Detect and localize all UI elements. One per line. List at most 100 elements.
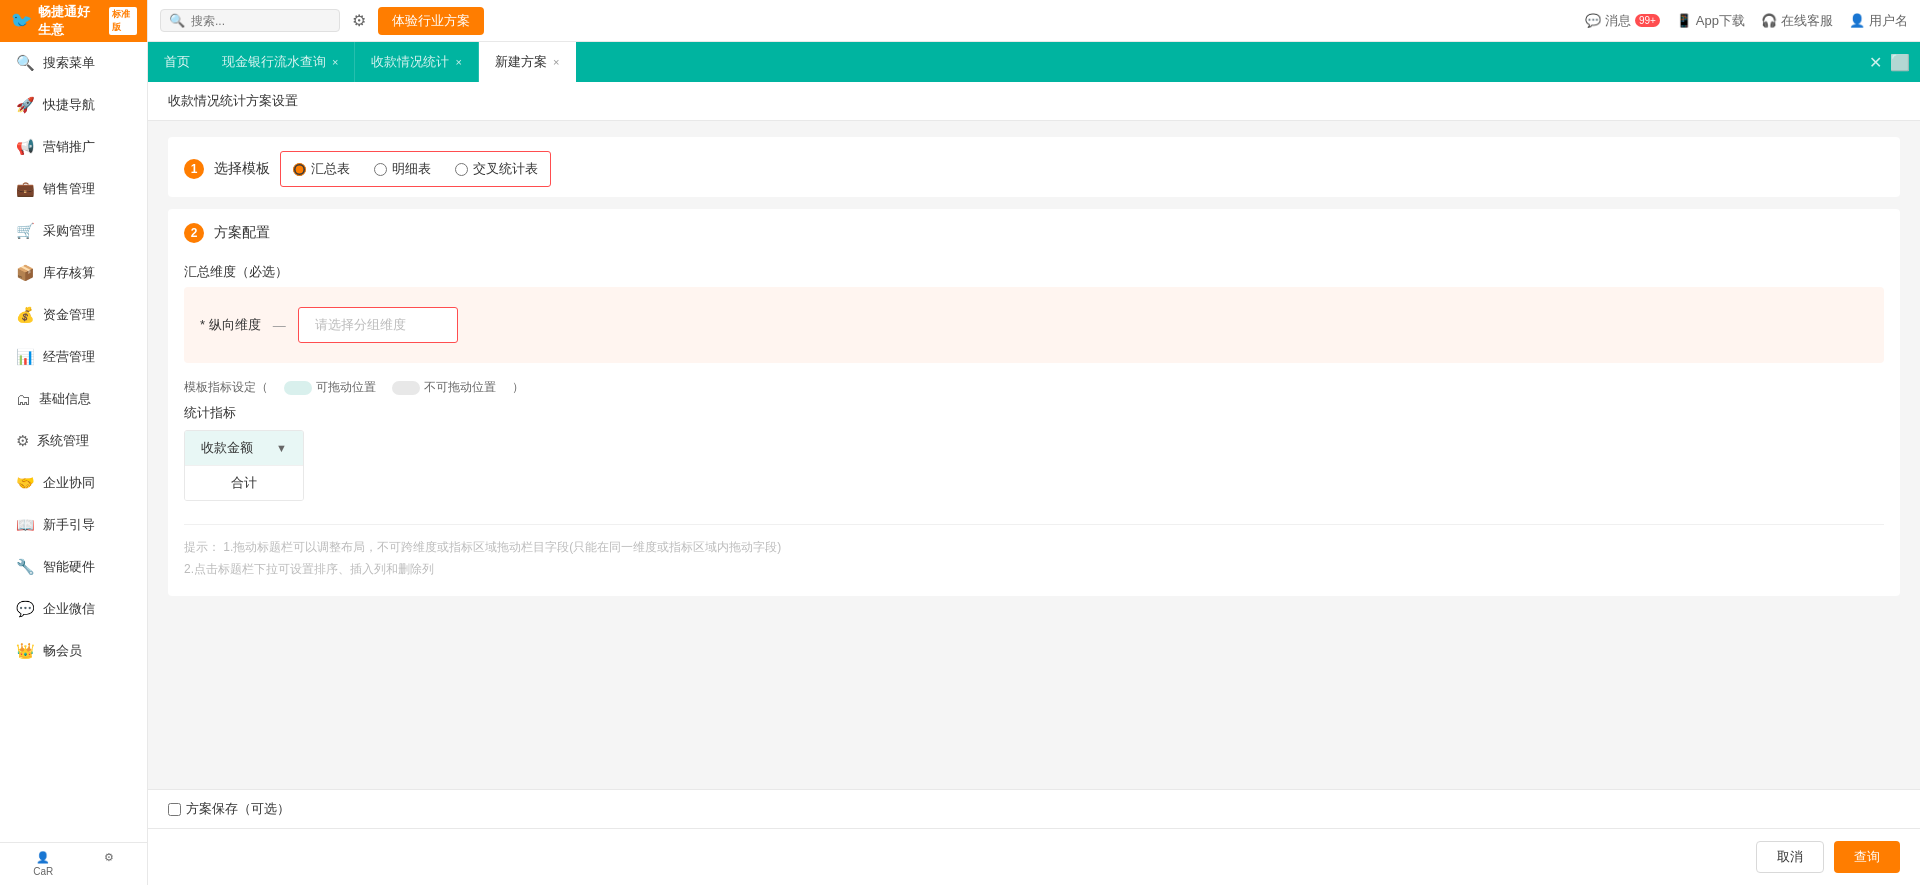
hint-not-draggable: 不可拖动位置: [392, 379, 496, 396]
search-input[interactable]: [191, 14, 311, 28]
home-label: 首页: [164, 53, 190, 71]
topbar: 🔍 ⚙ 体验行业方案 💬 消息 99+ 📱 App下载 🎧 在线客服 👤 用户名: [148, 0, 1920, 42]
radio-summary[interactable]: 汇总表: [293, 160, 350, 178]
cancel-button[interactable]: 取消: [1756, 841, 1824, 873]
sidebar-bottom-item-1[interactable]: 👤 CaR: [33, 851, 53, 877]
tab-collection-stat-label: 收款情况统计: [371, 53, 449, 71]
sidebar-item-hardware[interactable]: 🔧 智能硬件: [0, 546, 147, 588]
radio-detail[interactable]: 明细表: [374, 160, 431, 178]
sidebar-item-label: 快捷导航: [43, 96, 95, 114]
page-header: 收款情况统计方案设置: [148, 82, 1920, 121]
hint-close-paren: ）: [512, 379, 524, 396]
message-item[interactable]: 💬 消息 99+: [1585, 12, 1660, 30]
message-badge: 99+: [1635, 14, 1660, 27]
tab-collection-stat[interactable]: 收款情况统计 ×: [355, 42, 478, 82]
topbar-search-box[interactable]: 🔍: [160, 9, 340, 32]
wechat-icon: 💬: [16, 600, 35, 618]
save-checkbox[interactable]: [168, 803, 181, 816]
sidebar-item-sales[interactable]: 💼 销售管理: [0, 168, 147, 210]
system-icon: ⚙: [16, 432, 29, 450]
close-window-icon[interactable]: ✕: [1869, 53, 1882, 72]
sidebar-item-wechat[interactable]: 💬 企业微信: [0, 588, 147, 630]
sidebar-bottom-item-2[interactable]: ⚙: [104, 851, 114, 877]
sidebar-item-enterprise[interactable]: 🤝 企业协同: [0, 462, 147, 504]
vertical-dim-label: * 纵向维度: [200, 316, 261, 334]
management-icon: 📊: [16, 348, 35, 366]
sidebar-item-search[interactable]: 🔍 搜索菜单: [0, 42, 147, 84]
tab-new-plan[interactable]: 新建方案 ×: [479, 42, 576, 82]
subsection-dim-title: 汇总维度（必选）: [184, 253, 1884, 287]
step1-badge: 1: [184, 159, 204, 179]
download-icon: 📱: [1676, 13, 1692, 28]
template-options: 汇总表 明细表 交叉统计表: [280, 151, 551, 187]
username-label: 用户名: [1869, 12, 1908, 30]
user-item[interactable]: 👤 用户名: [1849, 12, 1908, 30]
tab-home[interactable]: 首页: [148, 42, 206, 82]
maximize-icon[interactable]: ⬜: [1890, 53, 1910, 72]
radio-crosstab[interactable]: 交叉统计表: [455, 160, 538, 178]
app-download-item[interactable]: 📱 App下载: [1676, 12, 1745, 30]
trial-button[interactable]: 体验行业方案: [378, 7, 484, 35]
dimension-select[interactable]: 请选择分组维度: [298, 307, 458, 343]
sidebar-item-management[interactable]: 📊 经营管理: [0, 336, 147, 378]
indicator-table: 收款金额 ▼ 合计: [184, 430, 304, 501]
indicator-section-title: 模板指标设定（: [184, 379, 268, 396]
query-button[interactable]: 查询: [1834, 841, 1900, 873]
step2-header: 2 方案配置: [168, 209, 1900, 253]
sidebar-item-label: 营销推广: [43, 138, 95, 156]
radio-detail-input[interactable]: [374, 163, 387, 176]
sidebar-nav: 🔍 搜索菜单 🚀 快捷导航 📢 营销推广 💼 销售管理 🛒 采购管理 📦 库存核…: [0, 42, 147, 842]
tab-collection-stat-close[interactable]: ×: [455, 57, 461, 68]
online-service-item[interactable]: 🎧 在线客服: [1761, 12, 1833, 30]
radio-crosstab-input[interactable]: [455, 163, 468, 176]
tab-new-plan-close[interactable]: ×: [553, 57, 559, 68]
main-area: 🔍 ⚙ 体验行业方案 💬 消息 99+ 📱 App下载 🎧 在线客服 👤 用户名: [148, 0, 1920, 885]
indicator-hint: 模板指标设定（ 可拖动位置 不可拖动位置 ）: [184, 379, 1884, 396]
page-footer: 方案保存（可选）: [148, 789, 1920, 828]
sidebar-item-inventory[interactable]: 📦 库存核算: [0, 252, 147, 294]
basic-info-icon: 🗂: [16, 391, 31, 408]
tab-cashflow-close[interactable]: ×: [332, 57, 338, 68]
gear-icon[interactable]: ⚙: [352, 11, 366, 30]
tab-cashflow-label: 现金银行流水查询: [222, 53, 326, 71]
sidebar-item-label: 系统管理: [37, 432, 89, 450]
step2-body: 汇总维度（必选） * 纵向维度 — 请选择分组维度 模板指标设定（: [168, 253, 1900, 596]
user-icon: 👤: [1849, 13, 1865, 28]
bottom-action-bar: 取消 查询: [148, 828, 1920, 885]
hint-draggable: 可拖动位置: [284, 379, 376, 396]
radio-summary-input[interactable]: [293, 163, 306, 176]
finance-icon: 💰: [16, 306, 35, 324]
sidebar-item-purchase[interactable]: 🛒 采购管理: [0, 210, 147, 252]
tab-cashflow[interactable]: 现金银行流水查询 ×: [206, 42, 355, 82]
tip-2: 2.点击标题栏下拉可设置排序、插入列和删除列: [184, 559, 1884, 581]
topbar-right: 💬 消息 99+ 📱 App下载 🎧 在线客服 👤 用户名: [1585, 12, 1908, 30]
sidebar-bottom: 👤 CaR ⚙: [0, 842, 147, 885]
indicator-col-header[interactable]: 收款金额 ▼: [185, 431, 303, 465]
indicator-setting: 模板指标设定（ 可拖动位置 不可拖动位置 ） 统计指标: [184, 379, 1884, 504]
save-option-label[interactable]: 方案保存（可选）: [168, 800, 290, 818]
step1-title: 选择模板: [214, 160, 270, 178]
sidebar-item-guide[interactable]: 📖 新手引导: [0, 504, 147, 546]
search-icon: 🔍: [16, 54, 35, 72]
sidebar-item-label: 企业微信: [43, 600, 95, 618]
radio-detail-label: 明细表: [392, 160, 431, 178]
app-name: 畅捷通好生意: [38, 3, 103, 39]
step2-title: 方案配置: [214, 224, 270, 242]
dimension-arrow: —: [273, 318, 286, 333]
not-draggable-dot: [392, 381, 420, 395]
enterprise-icon: 🤝: [16, 474, 35, 492]
draggable-dot: [284, 381, 312, 395]
hardware-icon: 🔧: [16, 558, 35, 576]
sidebar-item-system[interactable]: ⚙ 系统管理: [0, 420, 147, 462]
logo-icon: 🐦: [10, 10, 32, 32]
marketing-icon: 📢: [16, 138, 35, 156]
sidebar-item-label: 采购管理: [43, 222, 95, 240]
sidebar-item-finance[interactable]: 💰 资金管理: [0, 294, 147, 336]
sidebar-item-quicknav[interactable]: 🚀 快捷导航: [0, 84, 147, 126]
rocket-icon: 🚀: [16, 96, 35, 114]
sidebar-item-label: 库存核算: [43, 264, 95, 282]
sidebar-item-marketing[interactable]: 📢 营销推广: [0, 126, 147, 168]
sidebar-item-member[interactable]: 👑 畅会员: [0, 630, 147, 672]
breadcrumb: 收款情况统计方案设置: [168, 93, 298, 108]
sidebar-item-basic-info[interactable]: 🗂 基础信息: [0, 378, 147, 420]
